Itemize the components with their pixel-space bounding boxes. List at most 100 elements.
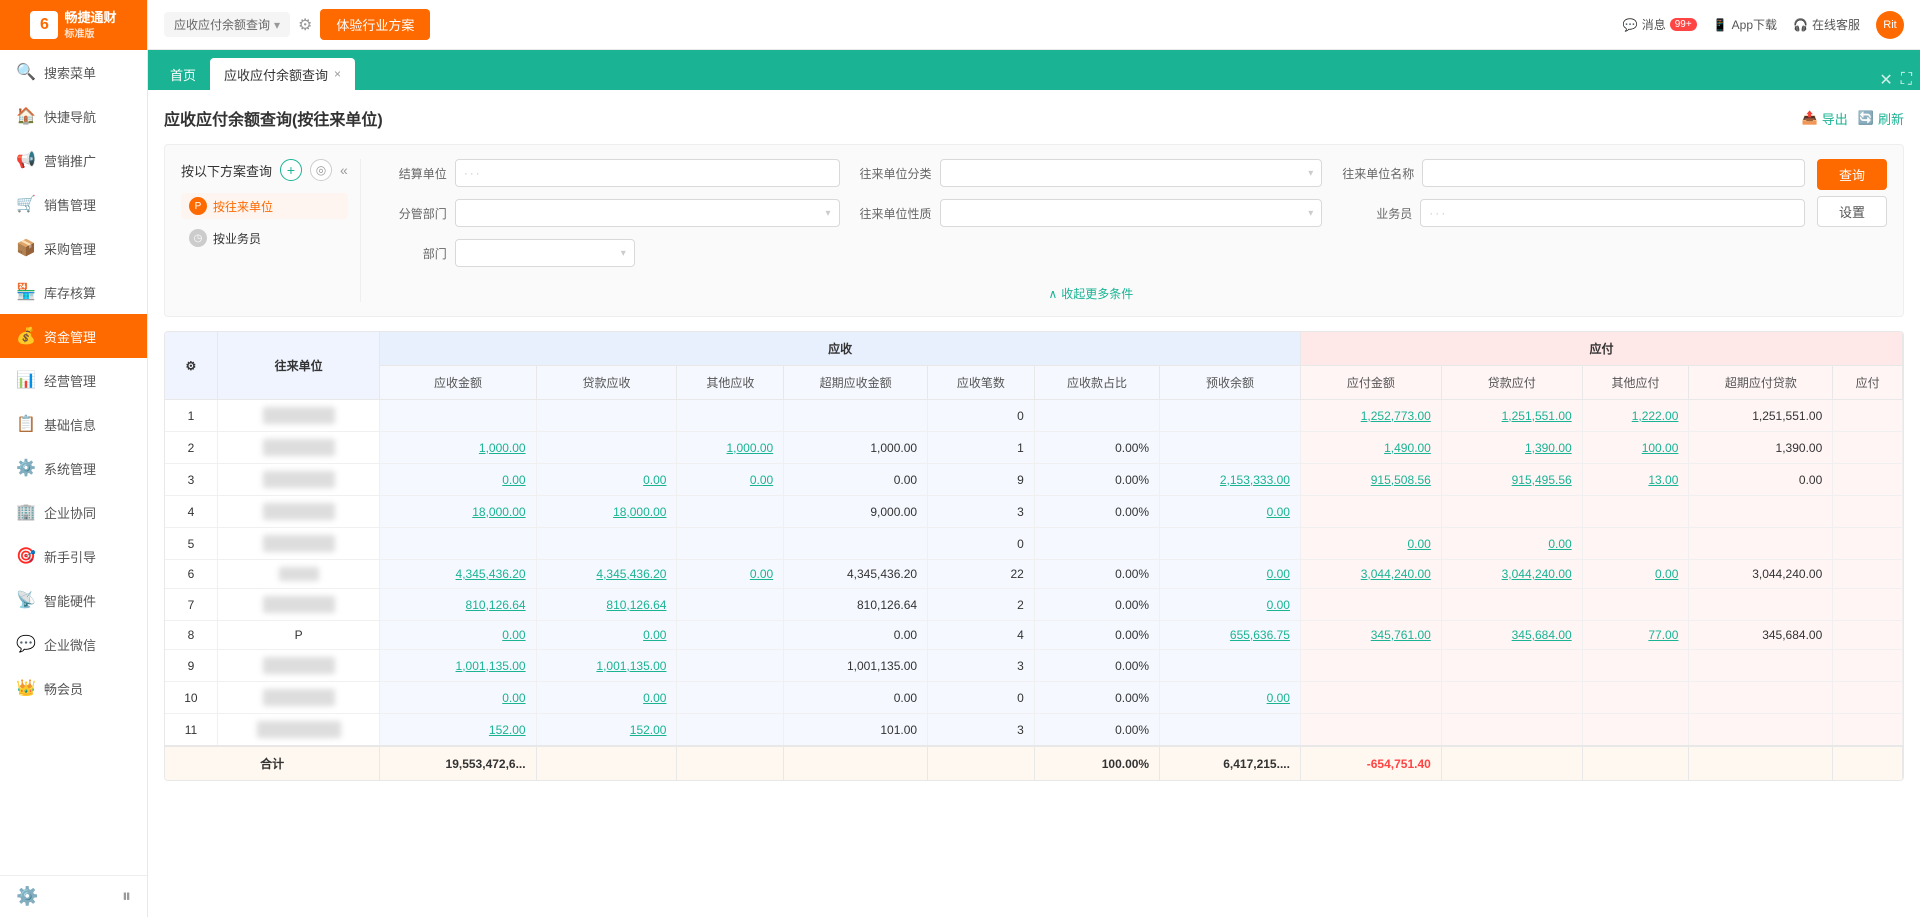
cell-yf-dk[interactable]: 915,495.56 bbox=[1441, 464, 1582, 496]
sidebar-settings-btn[interactable]: ⚙️ bbox=[16, 886, 38, 907]
sidebar-item-marketing[interactable]: 📢 营销推广 bbox=[0, 138, 147, 182]
setting-button[interactable]: 设置 bbox=[1817, 196, 1887, 227]
cell-ys-je[interactable]: 18,000.00 bbox=[380, 496, 536, 528]
cell-yf-dk[interactable]: 345,684.00 bbox=[1441, 621, 1582, 650]
search-option-salesperson[interactable]: ◷ 按业务员 bbox=[181, 225, 348, 251]
sidebar-item-enterprise[interactable]: 🏢 企业协同 bbox=[0, 490, 147, 534]
wanglaifenlei-input[interactable]: ▾ bbox=[940, 159, 1323, 187]
cell-ys-dk[interactable]: 0.00 bbox=[536, 464, 677, 496]
export-button[interactable]: 📤 导出 bbox=[1802, 109, 1848, 128]
cell-yf-dk[interactable]: 1,251,551.00 bbox=[1441, 400, 1582, 432]
tab-close-window-icon[interactable]: ✕ bbox=[1879, 70, 1892, 90]
cell-ys-qt[interactable]: 0.00 bbox=[677, 560, 784, 589]
tab-receivable[interactable]: 应收应付余额查询 × bbox=[210, 58, 355, 90]
cell-ys-dk[interactable]: 0.00 bbox=[536, 682, 677, 714]
wanglaiming-input[interactable] bbox=[1422, 159, 1805, 187]
cell-ys-je[interactable]: 0.00 bbox=[380, 621, 536, 650]
sidebar-item-purchase[interactable]: 📦 采购管理 bbox=[0, 226, 147, 270]
topbar-cta-button[interactable]: 体验行业方案 bbox=[320, 9, 430, 40]
sidebar-item-newbie[interactable]: 🎯 新手引导 bbox=[0, 534, 147, 578]
user-avatar[interactable]: Rit bbox=[1876, 11, 1904, 39]
sidebar-item-finance[interactable]: 💰 资金管理 bbox=[0, 314, 147, 358]
cell-yf-je bbox=[1300, 682, 1441, 714]
online-service-action[interactable]: 🎧 在线客服 bbox=[1793, 16, 1860, 33]
search-add-button[interactable]: + bbox=[280, 159, 302, 181]
cell-yf-qt[interactable]: 1,222.00 bbox=[1582, 400, 1689, 432]
sidebar-item-basic[interactable]: 📋 基础信息 bbox=[0, 402, 147, 446]
cell-ys-dk[interactable]: 0.00 bbox=[536, 621, 677, 650]
cell-ys-dk[interactable]: 810,126.64 bbox=[536, 589, 677, 621]
cell-yushou bbox=[1160, 400, 1301, 432]
wanglaixingzhi-input[interactable]: ▾ bbox=[940, 199, 1323, 227]
cell-ys-je[interactable]: 810,126.64 bbox=[380, 589, 536, 621]
sidebar-collapse-btn[interactable]: ⏸ bbox=[122, 886, 131, 907]
cell-yf-qt[interactable]: 77.00 bbox=[1582, 621, 1689, 650]
cell-yf-je[interactable]: 345,761.00 bbox=[1300, 621, 1441, 650]
col-yingfu-extra: 应付 bbox=[1833, 366, 1903, 400]
topbar-gear-icon[interactable]: ⚙ bbox=[298, 15, 312, 35]
app-download-action[interactable]: 📱 App下载 bbox=[1713, 16, 1777, 33]
sidebar-item-quicknav[interactable]: 🏠 快捷导航 bbox=[0, 94, 147, 138]
cell-ys-je[interactable]: 1,000.00 bbox=[380, 432, 536, 464]
cell-yf-je[interactable]: 1,490.00 bbox=[1300, 432, 1441, 464]
cell-ys-qt[interactable]: 1,000.00 bbox=[677, 432, 784, 464]
tab-maximize-icon[interactable]: ⛶ bbox=[1901, 71, 1912, 89]
cell-ys-je[interactable]: 152.00 bbox=[380, 714, 536, 747]
cell-yushou[interactable]: 2,153,333.00 bbox=[1160, 464, 1301, 496]
cell-ys-dk[interactable]: 152.00 bbox=[536, 714, 677, 747]
cell-ys-je[interactable]: 4,345,436.20 bbox=[380, 560, 536, 589]
cell-yf-dk[interactable]: 0.00 bbox=[1441, 528, 1582, 560]
cell-yushou bbox=[1160, 650, 1301, 682]
messages-action[interactable]: 💬 消息 99+ bbox=[1623, 16, 1697, 33]
cell-yf-je[interactable]: 0.00 bbox=[1300, 528, 1441, 560]
cell-ys-qt[interactable]: 0.00 bbox=[677, 464, 784, 496]
footer-yushou: 6,417,215.... bbox=[1160, 746, 1301, 780]
cell-yf-je[interactable]: 915,508.56 bbox=[1300, 464, 1441, 496]
sidebar-item-hardware[interactable]: 📡 智能硬件 bbox=[0, 578, 147, 622]
cell-yf-dk[interactable]: 3,044,240.00 bbox=[1441, 560, 1582, 589]
cell-yf-je[interactable]: 3,044,240.00 bbox=[1300, 560, 1441, 589]
cell-ys-je[interactable]: 0.00 bbox=[380, 682, 536, 714]
cell-yf-qt[interactable]: 13.00 bbox=[1582, 464, 1689, 496]
yewuyuan-input[interactable]: ··· bbox=[1420, 199, 1805, 227]
cell-yushou[interactable]: 0.00 bbox=[1160, 589, 1301, 621]
fenguanbumon-input[interactable]: ▾ bbox=[455, 199, 840, 227]
cell-ys-zb: 0.00% bbox=[1034, 589, 1159, 621]
search-collapse-row[interactable]: ∧ 收起更多条件 bbox=[377, 285, 1805, 302]
tab-close-icon[interactable]: × bbox=[334, 67, 341, 81]
sidebar-item-wechat[interactable]: 💬 企业微信 bbox=[0, 622, 147, 666]
sidebar-item-inventory[interactable]: 🏪 库存核算 bbox=[0, 270, 147, 314]
jiesuandanwei-input[interactable]: ··· bbox=[455, 159, 840, 187]
cell-ys-je[interactable]: 0.00 bbox=[380, 464, 536, 496]
sidebar-item-search[interactable]: 🔍 搜索菜单 bbox=[0, 50, 147, 94]
cell-ys-zb: 0.00% bbox=[1034, 621, 1159, 650]
sidebar-item-vip[interactable]: 👑 畅会员 bbox=[0, 666, 147, 710]
cell-ys-dk[interactable]: 4,345,436.20 bbox=[536, 560, 677, 589]
cell-ys-dk[interactable]: 1,001,135.00 bbox=[536, 650, 677, 682]
refresh-button[interactable]: 🔄 刷新 bbox=[1858, 109, 1904, 128]
row-num: 4 bbox=[165, 496, 217, 528]
cell-yf-cq bbox=[1689, 714, 1833, 747]
bumen-input[interactable]: ▾ bbox=[455, 239, 635, 267]
sidebar-item-sales[interactable]: 🛒 销售管理 bbox=[0, 182, 147, 226]
cell-yf-je[interactable]: 1,252,773.00 bbox=[1300, 400, 1441, 432]
cell-yushou[interactable]: 0.00 bbox=[1160, 560, 1301, 589]
search-option-partner[interactable]: P 按往来单位 bbox=[181, 193, 348, 219]
cell-yf-qt[interactable]: 100.00 bbox=[1582, 432, 1689, 464]
purchase-icon: 📦 bbox=[16, 238, 36, 258]
search-config-button[interactable]: ◎ bbox=[310, 159, 332, 181]
sidebar-item-operation[interactable]: 📊 经营管理 bbox=[0, 358, 147, 402]
cell-yf-qt[interactable]: 0.00 bbox=[1582, 560, 1689, 589]
sidebar-item-system[interactable]: ⚙️ 系统管理 bbox=[0, 446, 147, 490]
sidebar-label-hardware: 智能硬件 bbox=[44, 591, 96, 610]
cell-yushou[interactable]: 0.00 bbox=[1160, 496, 1301, 528]
cell-yushou[interactable]: 0.00 bbox=[1160, 682, 1301, 714]
cell-ys-je[interactable]: 1,001,135.00 bbox=[380, 650, 536, 682]
cell-ys-dk[interactable]: 18,000.00 bbox=[536, 496, 677, 528]
cell-yf-dk[interactable]: 1,390.00 bbox=[1441, 432, 1582, 464]
col-settings-header[interactable]: ⚙ bbox=[165, 332, 217, 400]
cell-yushou[interactable]: 655,636.75 bbox=[1160, 621, 1301, 650]
tab-home[interactable]: 首页 bbox=[156, 58, 210, 90]
query-button[interactable]: 查询 bbox=[1817, 159, 1887, 190]
search-collapse-button[interactable]: « bbox=[340, 162, 348, 178]
